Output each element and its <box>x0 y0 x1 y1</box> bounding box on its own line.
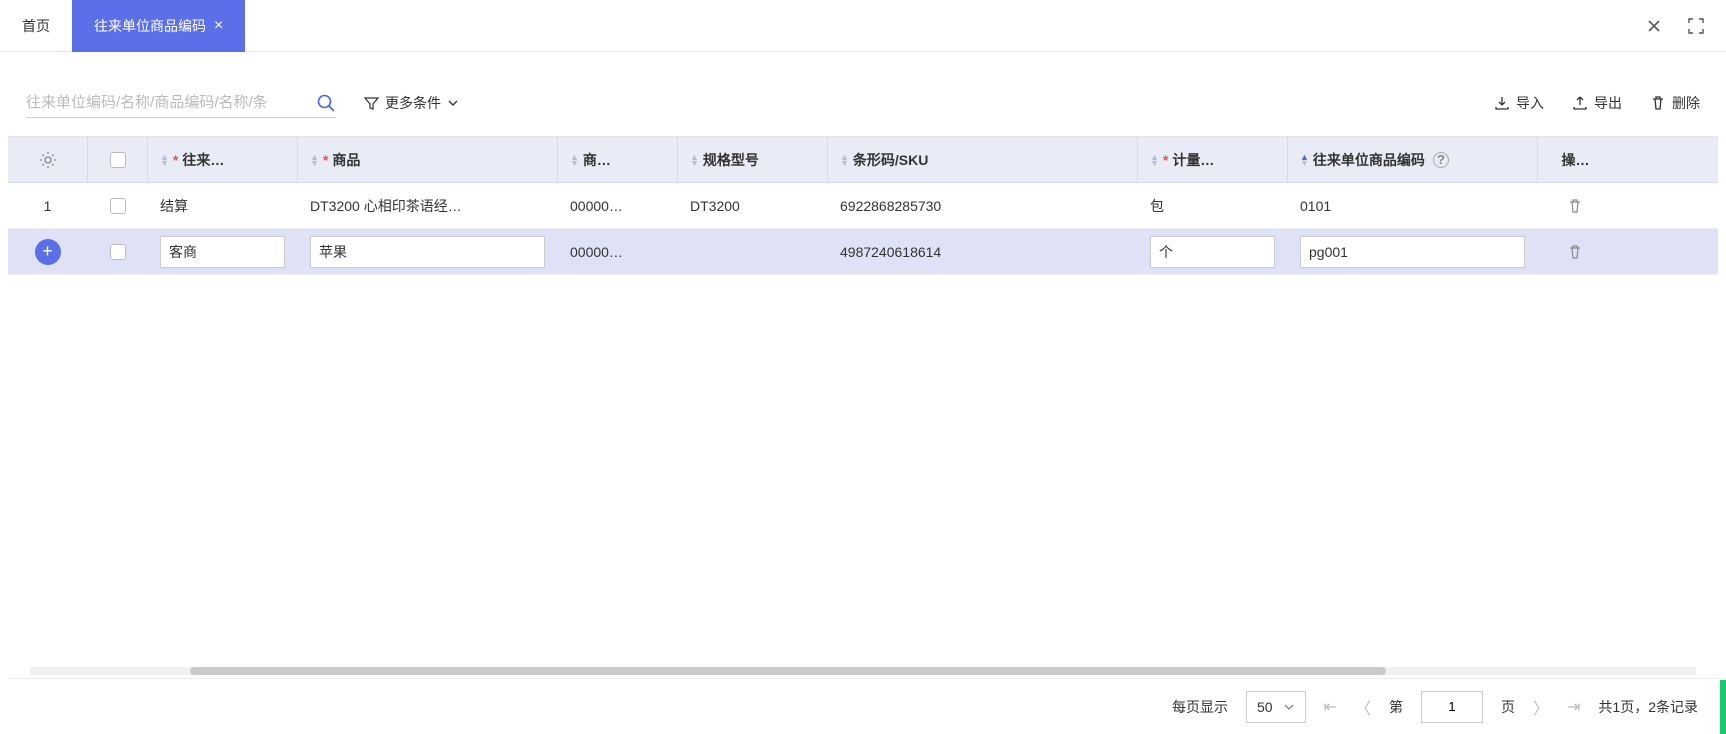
filter-icon <box>364 96 379 111</box>
page-input-wrap <box>1421 691 1483 723</box>
cell-partner-code[interactable]: 0101 <box>1288 183 1538 228</box>
sort-icon: ▲▼ <box>570 154 579 166</box>
page-prefix: 第 <box>1389 697 1403 717</box>
page-suffix: 页 <box>1501 697 1515 717</box>
import-button[interactable]: 导入 <box>1494 93 1544 113</box>
partner-code-input[interactable] <box>1300 236 1525 268</box>
search-input[interactable] <box>26 88 316 117</box>
prev-page-button[interactable]: 〈 <box>1355 695 1371 719</box>
col-settings[interactable] <box>8 137 88 182</box>
col-partner[interactable]: ▲▼ *往来… <box>148 137 298 182</box>
help-icon[interactable]: ? <box>1433 152 1449 168</box>
per-page-select[interactable]: 50 <box>1246 691 1306 723</box>
tab-bar: 首页 往来单位商品编码 × <box>0 0 1726 52</box>
col-checkbox <box>88 137 148 182</box>
col-product[interactable]: ▲▼ *商品 <box>298 137 558 182</box>
table-row: 1 结算 DT3200 心相印茶语经… 00000… DT3200 692286… <box>8 183 1718 229</box>
search-icon[interactable] <box>316 93 336 113</box>
trash-icon <box>1650 95 1666 111</box>
row-checkbox[interactable] <box>110 244 126 260</box>
row-index: 1 <box>8 183 88 228</box>
close-all-icon[interactable] <box>1642 14 1666 38</box>
col-unit[interactable]: ▲▼ *计量… <box>1138 137 1288 182</box>
data-table: ▲▼ *往来… ▲▼ *商品 ▲▼ 商… ▲▼ 规格型号 ▲▼ 条形码/SK <box>8 136 1718 734</box>
cell-unit[interactable]: 包 <box>1138 183 1288 228</box>
delete-button[interactable]: 删除 <box>1650 93 1700 113</box>
chevron-down-icon <box>1283 701 1295 713</box>
tab-home-label: 首页 <box>22 16 50 36</box>
pagination: 每页显示 50 ⇤ 〈 第 页 〉 ⇥ 共1页，2条记录 <box>8 678 1718 734</box>
trash-icon[interactable] <box>1567 244 1583 260</box>
sort-icon: ▲▼ <box>160 154 169 166</box>
cell-pcode: 00000… <box>558 183 678 228</box>
page-input[interactable] <box>1432 699 1472 714</box>
last-page-button[interactable]: ⇥ <box>1567 697 1580 717</box>
unit-input[interactable] <box>1150 236 1275 268</box>
fullscreen-icon[interactable] <box>1684 14 1708 38</box>
table-header: ▲▼ *往来… ▲▼ *商品 ▲▼ 商… ▲▼ 规格型号 ▲▼ 条形码/SK <box>8 137 1718 183</box>
close-icon[interactable]: × <box>214 18 223 34</box>
col-partner-code[interactable]: ▲▼ 往来单位商品编码 ? <box>1288 137 1538 182</box>
cell-spec <box>678 229 828 274</box>
sort-icon: ▲▼ <box>840 154 849 166</box>
export-label: 导出 <box>1594 93 1622 113</box>
per-page-label: 每页显示 <box>1172 697 1228 717</box>
sort-icon: ▲▼ <box>1300 154 1309 166</box>
gear-icon <box>39 151 57 169</box>
cell-partner[interactable]: 结算 <box>148 183 298 228</box>
col-actions: 操… <box>1538 137 1613 182</box>
export-button[interactable]: 导出 <box>1572 93 1622 113</box>
table-body: 1 结算 DT3200 心相印茶语经… 00000… DT3200 692286… <box>8 183 1718 664</box>
next-page-button[interactable]: 〉 <box>1533 695 1549 719</box>
cell-spec: DT3200 <box>678 183 828 228</box>
tab-home[interactable]: 首页 <box>0 0 72 52</box>
tab-current-label: 往来单位商品编码 <box>94 16 206 36</box>
page-summary: 共1页，2条记录 <box>1598 697 1698 717</box>
cell-pcode: 00000… <box>558 229 678 274</box>
sort-icon: ▲▼ <box>1150 154 1159 166</box>
export-icon <box>1572 95 1588 111</box>
table-row: + 00000… 4987240618614 <box>8 229 1718 275</box>
col-product-code[interactable]: ▲▼ 商… <box>558 137 678 182</box>
trash-icon[interactable] <box>1567 198 1583 214</box>
first-page-button[interactable]: ⇤ <box>1324 697 1337 717</box>
row-checkbox[interactable] <box>110 198 126 214</box>
side-indicator <box>1720 680 1726 734</box>
more-filter-button[interactable]: 更多条件 <box>364 93 459 113</box>
tab-current[interactable]: 往来单位商品编码 × <box>72 0 245 52</box>
horizontal-scrollbar[interactable] <box>8 664 1718 678</box>
partner-input[interactable] <box>160 236 285 268</box>
delete-label: 删除 <box>1672 93 1700 113</box>
cell-product[interactable]: DT3200 心相印茶语经… <box>298 183 558 228</box>
import-label: 导入 <box>1516 93 1544 113</box>
product-input[interactable] <box>310 236 545 268</box>
import-icon <box>1494 95 1510 111</box>
sort-icon: ▲▼ <box>310 154 319 166</box>
sort-icon: ▲▼ <box>690 154 699 166</box>
chevron-down-icon <box>447 97 459 109</box>
select-all-checkbox[interactable] <box>110 152 126 168</box>
search-wrap <box>26 88 336 118</box>
col-barcode[interactable]: ▲▼ 条形码/SKU <box>828 137 1138 182</box>
toolbar: 更多条件 导入 导出 删除 <box>4 88 1722 136</box>
add-row-button[interactable]: + <box>35 239 61 265</box>
scrollbar-thumb[interactable] <box>190 667 1386 675</box>
cell-barcode: 4987240618614 <box>828 229 1138 274</box>
col-spec[interactable]: ▲▼ 规格型号 <box>678 137 828 182</box>
cell-barcode: 6922868285730 <box>828 183 1138 228</box>
more-filter-label: 更多条件 <box>385 93 441 113</box>
